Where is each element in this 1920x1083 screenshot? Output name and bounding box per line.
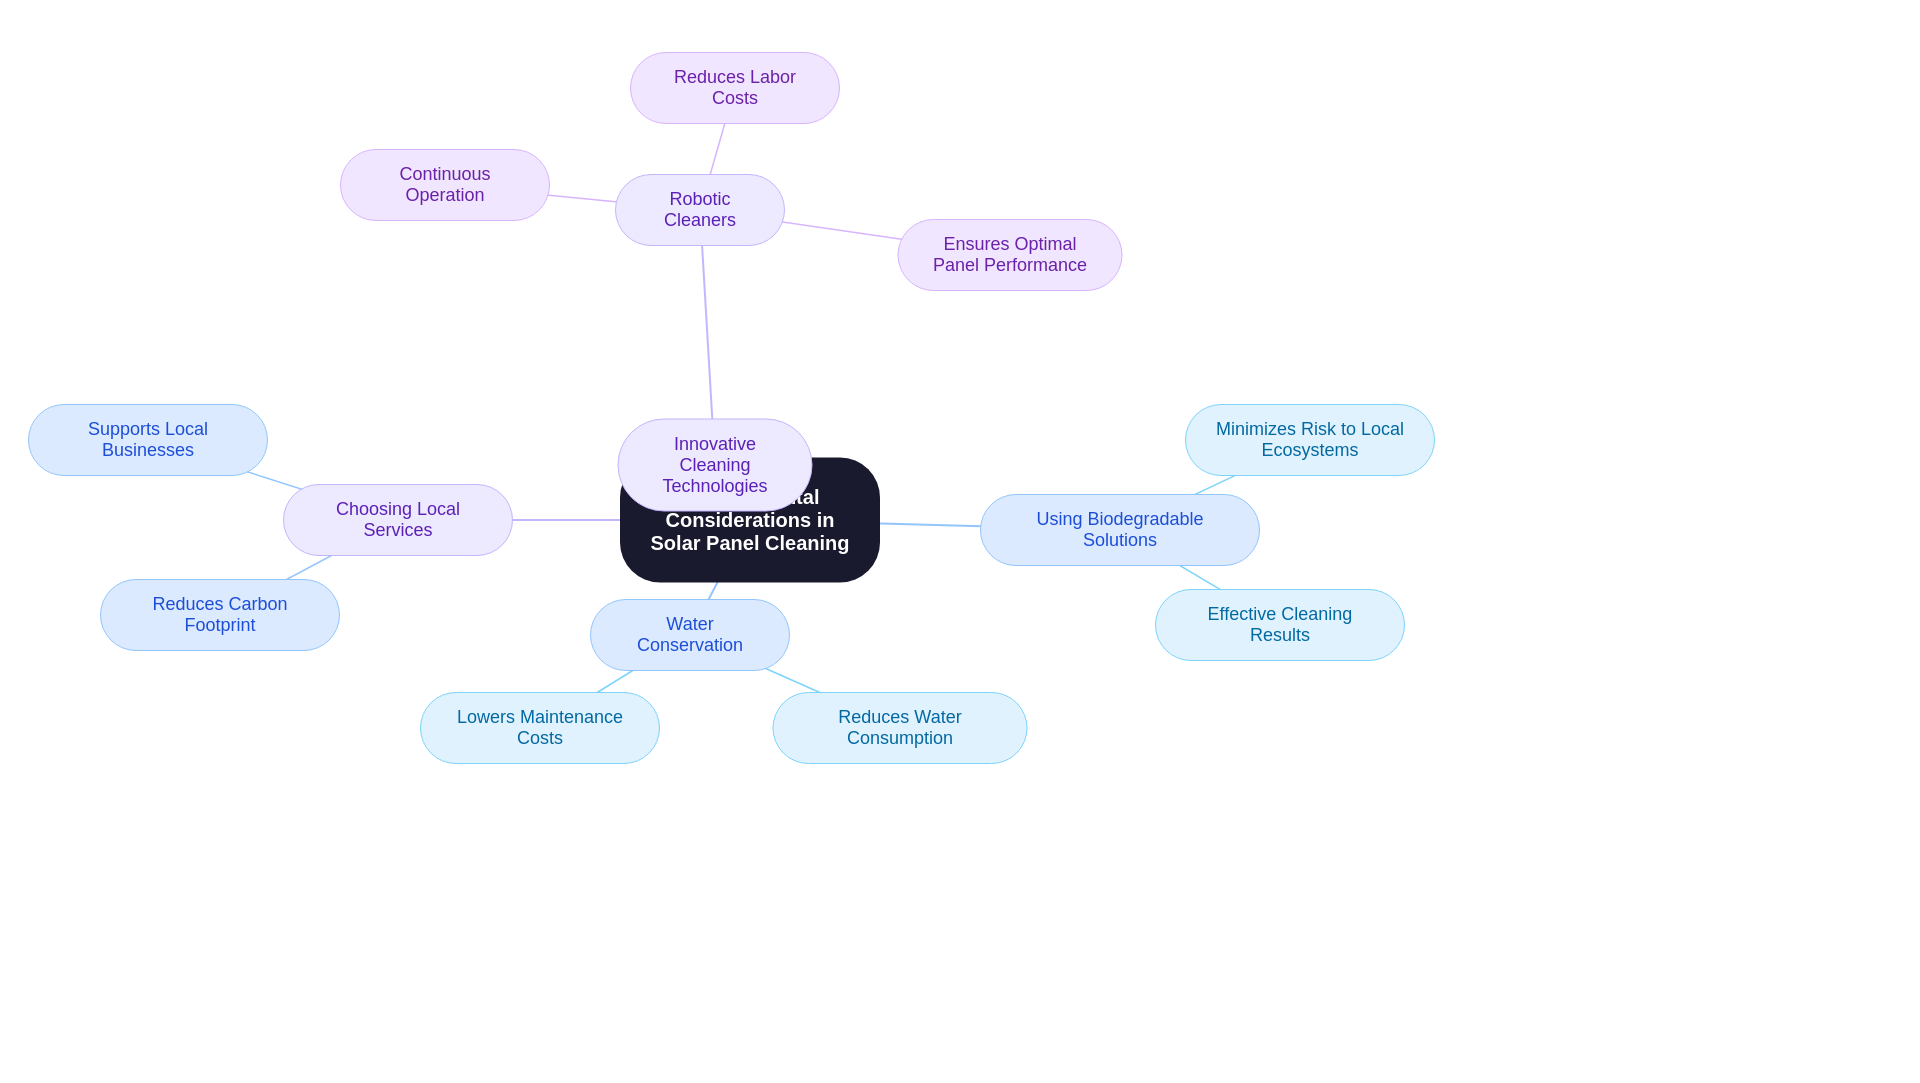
node-reduces-labor: Reduces Labor Costs bbox=[630, 52, 840, 124]
node-robotic-cleaners: Robotic Cleaners bbox=[615, 174, 785, 246]
node-water-conservation: Water Conservation bbox=[590, 599, 790, 671]
node-choosing-local: Choosing Local Services bbox=[283, 484, 513, 556]
node-reduces-water: Reduces Water Consumption bbox=[773, 692, 1028, 764]
node-continuous-operation: Continuous Operation bbox=[340, 149, 550, 221]
node-optimal-panel: Ensures Optimal Panel Performance bbox=[898, 219, 1123, 291]
node-minimizes-risk: Minimizes Risk to Local Ecosystems bbox=[1185, 404, 1435, 476]
node-innovative: Innovative Cleaning Technologies bbox=[618, 419, 813, 512]
node-supports-local: Supports Local Businesses bbox=[28, 404, 268, 476]
node-reduces-carbon: Reduces Carbon Footprint bbox=[100, 579, 340, 651]
node-biodegradable: Using Biodegradable Solutions bbox=[980, 494, 1260, 566]
node-effective-cleaning: Effective Cleaning Results bbox=[1155, 589, 1405, 661]
node-lowers-maintenance: Lowers Maintenance Costs bbox=[420, 692, 660, 764]
